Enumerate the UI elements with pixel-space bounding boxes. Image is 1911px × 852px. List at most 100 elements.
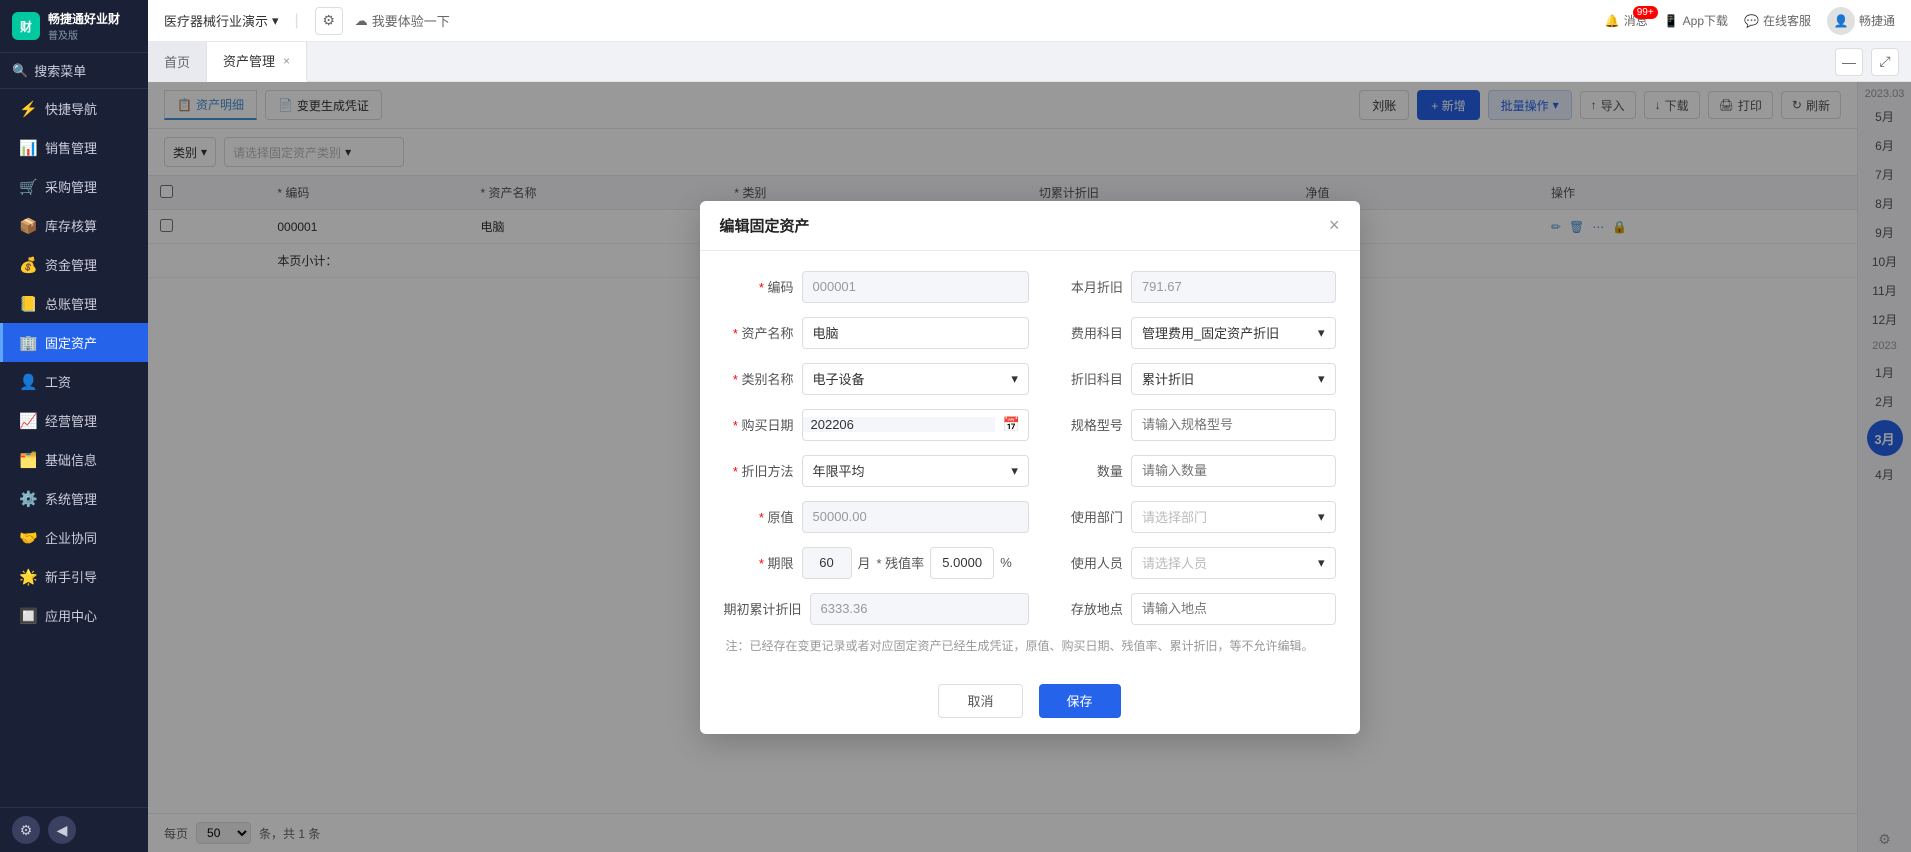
form-row-spec: 规格型号 [1053,409,1336,441]
edit-asset-modal: 编辑固定资产 × 编码 [700,201,1360,734]
code-input[interactable] [802,271,1029,303]
sidebar-item-ledger[interactable]: 📒 总账管理 [0,284,148,323]
sidebar-item-app-center[interactable]: 🔲 应用中心 [0,596,148,635]
online-service-btn[interactable]: 💬 在线客服 [1744,12,1811,29]
settings-bottom-icon[interactable]: ⚙ [12,816,40,844]
form-row-location: 存放地点 [1053,593,1336,625]
form-row-expense-subject: 费用科目 管理费用_固定资产折旧 ▾ [1053,317,1336,349]
dep-subject-label: 折旧科目 [1053,369,1123,388]
sidebar-item-newcomer[interactable]: 🌟 新手引导 [0,557,148,596]
purchase-date-label: 购买日期 [724,415,794,434]
code-label: 编码 [724,277,794,296]
user-select[interactable]: 请选择人员 ▾ [1131,547,1336,579]
department-label: 使用部门 [1053,507,1123,526]
monthly-dep-label: 本月折旧 [1053,277,1123,296]
residual-input[interactable] [930,547,994,579]
tab-asset-management[interactable]: 资产管理 × [207,42,307,82]
inventory-icon: 📦 [19,217,37,235]
company-selector[interactable]: 医疗器械行业演示 ▾ [164,11,279,30]
form-row-user: 使用人员 请选择人员 ▾ [1053,547,1336,579]
modal-close-btn[interactable]: × [1329,215,1340,236]
tab-maximize-btn[interactable]: ⤢ [1871,48,1899,76]
expense-subject-label: 费用科目 [1053,323,1123,342]
experience-btn[interactable]: ☁ 我要体验一下 [355,11,450,30]
form-grid: 编码 资产名称 类别名称 [724,271,1336,625]
app-download-btn[interactable]: 📱 App下载 [1664,12,1728,29]
topbar-settings-btn[interactable]: ⚙ [315,7,343,35]
sidebar-item-quick-nav[interactable]: ⚡ 快捷导航 [0,89,148,128]
residual-label: * 残值率 [877,553,925,572]
sidebar-search[interactable]: 🔍 搜索菜单 [0,53,148,89]
location-label: 存放地点 [1053,599,1123,618]
spec-label: 规格型号 [1053,415,1123,434]
sidebar-item-payroll[interactable]: 👤 工资 [0,362,148,401]
tab-close-icon[interactable]: × [283,54,290,68]
original-value-input[interactable] [802,501,1029,533]
quick-nav-icon: ⚡ [19,100,37,118]
online-service-icon: 💬 [1744,14,1759,28]
period-input[interactable] [802,547,852,579]
spec-input[interactable] [1131,409,1336,441]
calendar-icon[interactable]: 📅 [995,416,1028,433]
user-dropdown-icon: ▾ [1318,555,1325,571]
corp-collab-icon: 🤝 [19,529,37,547]
online-service-label: 在线客服 [1763,12,1811,29]
sidebar-item-basic-info[interactable]: 🗂️ 基础信息 [0,440,148,479]
sidebar: 财 畅捷通好业财 普及版 🔍 搜索菜单 ⚡ 快捷导航 📊 销售管理 🛒 采购管理… [0,0,148,852]
period-label: 期限 [724,553,794,572]
tabbar: 首页 资产管理 × — ⤢ [148,42,1911,82]
app-center-icon: 🔲 [19,607,37,625]
notifications-btn[interactable]: 🔔 消息 99+ [1605,12,1648,29]
app-title: 畅捷通好业财 [48,10,120,27]
ledger-icon: 📒 [19,295,37,313]
form-row-original-value: 原值 [724,501,1029,533]
collapse-sidebar-icon[interactable]: ◀ [48,816,76,844]
sidebar-item-sales[interactable]: 📊 销售管理 [0,128,148,167]
content-area: 📋 资产明细 📄 变更生成凭证 刘账 + 新增 批量操作 [148,82,1911,852]
tab-home[interactable]: 首页 [148,42,207,82]
dep-subject-select[interactable]: 累计折旧 ▾ [1131,363,1336,395]
sidebar-item-fixed-assets[interactable]: 🏢 固定资产 [0,323,148,362]
app-subtitle: 普及版 [48,27,120,42]
dep-method-dropdown-icon: ▾ [1011,463,1018,479]
modal-body: 编码 资产名称 类别名称 [700,251,1360,672]
app-logo-icon: 财 [12,12,40,40]
sidebar-item-operations[interactable]: 📈 经营管理 [0,401,148,440]
sidebar-item-funds[interactable]: 💰 资金管理 [0,245,148,284]
sidebar-item-corp-collab[interactable]: 🤝 企业协同 [0,518,148,557]
form-row-period: 期限 月 * 残值率 % [724,547,1029,579]
form-row-asset-name: 资产名称 [724,317,1029,349]
tab-asset-label: 资产管理 [223,51,275,70]
tab-minimize-btn[interactable]: — [1835,48,1863,76]
sidebar-nav: ⚡ 快捷导航 📊 销售管理 🛒 采购管理 📦 库存核算 💰 资金管理 📒 总账管… [0,89,148,807]
cancel-button[interactable]: 取消 [938,684,1022,718]
sidebar-item-purchase[interactable]: 🛒 采购管理 [0,167,148,206]
quantity-input[interactable] [1131,455,1336,487]
topbar-separator: | [295,12,299,30]
modal-title: 编辑固定资产 [720,215,810,236]
dep-method-select[interactable]: 年限平均 ▾ [802,455,1029,487]
sidebar-item-inventory[interactable]: 📦 库存核算 [0,206,148,245]
operations-icon: 📈 [19,412,37,430]
user-profile-btn[interactable]: 👤 畅捷通 [1827,7,1895,35]
topbar: 医疗器械行业演示 ▾ | ⚙ ☁ 我要体验一下 🔔 消息 99+ 📱 App下载… [148,0,1911,42]
modal-note: 注：已经存在变更记录或者对应固定资产已经生成凭证，原值、购买日期、残值率、累计折… [724,637,1336,654]
asset-name-input[interactable] [802,317,1029,349]
expense-subject-dropdown-icon: ▾ [1318,325,1325,341]
purchase-date-input[interactable] [803,417,995,432]
period-accum-dep-input[interactable] [810,593,1029,625]
save-button[interactable]: 保存 [1039,684,1121,718]
topbar-right: 🔔 消息 99+ 📱 App下载 💬 在线客服 👤 畅捷通 [1605,7,1895,35]
monthly-dep-input[interactable] [1131,271,1336,303]
category-select[interactable]: 电子设备 ▾ [802,363,1029,395]
residual-unit: % [1000,555,1012,570]
modal-overlay: 编辑固定资产 × 编码 [148,82,1911,852]
department-select[interactable]: 请选择部门 ▾ [1131,501,1336,533]
expense-subject-select[interactable]: 管理费用_固定资产折旧 ▾ [1131,317,1336,349]
sidebar-item-system[interactable]: ⚙️ 系统管理 [0,479,148,518]
original-value-label: 原值 [724,507,794,526]
location-input[interactable] [1131,593,1336,625]
category-dropdown-icon: ▾ [1011,371,1018,387]
modal-header: 编辑固定资产 × [700,201,1360,251]
avatar: 👤 [1827,7,1855,35]
